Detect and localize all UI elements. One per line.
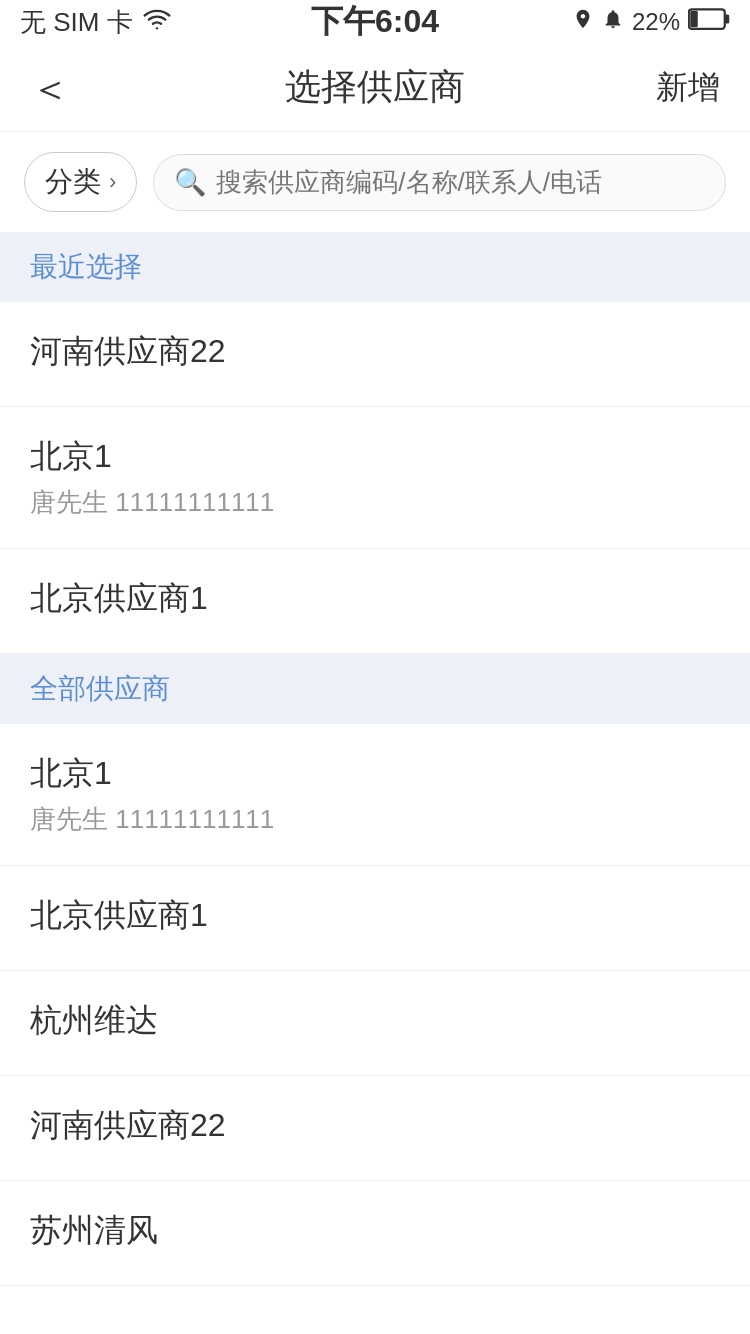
filter-bar: 分类 › 🔍 xyxy=(0,132,750,232)
recent-list-item[interactable]: 北京1 唐先生 11111111111 xyxy=(0,407,750,549)
search-input[interactable] xyxy=(216,167,705,198)
status-left: 无 SIM 卡 xyxy=(20,5,171,40)
battery-label: 22% xyxy=(632,8,680,36)
all-list-item[interactable]: 苏州清风 xyxy=(0,1181,750,1286)
category-label: 分类 xyxy=(45,163,101,201)
recent-section-header: 最近选择 xyxy=(0,232,750,302)
status-time: 下午6:04 xyxy=(311,0,439,44)
all-list: 北京1 唐先生 11111111111 北京供应商1 杭州维达河南供应商22 苏州清风 xyxy=(0,724,750,1286)
all-list-item[interactable]: 河南供应商22 xyxy=(0,1076,750,1181)
alarm-icon xyxy=(602,8,624,36)
recent-list: 河南供应商22 北京1 唐先生 11111111111 北京供应商1 xyxy=(0,302,750,654)
item-sub: 唐先生 11111111111 xyxy=(30,802,720,837)
all-list-item[interactable]: 杭州维达 xyxy=(0,971,750,1076)
item-name: 河南供应商22 xyxy=(30,1104,720,1148)
item-name: 北京1 xyxy=(30,752,720,796)
wifi-icon xyxy=(143,5,171,40)
svg-rect-3 xyxy=(690,11,698,28)
svg-rect-2 xyxy=(725,15,730,24)
status-right: 22% xyxy=(572,8,730,36)
search-box[interactable]: 🔍 xyxy=(153,154,726,211)
all-header-label: 全部供应商 xyxy=(30,673,170,704)
item-name: 北京供应商1 xyxy=(30,894,720,938)
item-sub: 唐先生 11111111111 xyxy=(30,485,720,520)
item-name: 河南供应商22 xyxy=(30,330,720,374)
back-button[interactable]: ＜ xyxy=(20,58,80,118)
recent-header-label: 最近选择 xyxy=(30,251,142,282)
battery-icon xyxy=(688,8,730,36)
status-bar: 无 SIM 卡 下午6:04 22% xyxy=(0,0,750,44)
sim-label: 无 SIM 卡 xyxy=(20,5,133,40)
svg-point-0 xyxy=(156,27,158,29)
item-name: 杭州维达 xyxy=(30,999,720,1043)
item-name: 北京供应商1 xyxy=(30,577,720,621)
recent-list-item[interactable]: 河南供应商22 xyxy=(0,302,750,407)
nav-bar: ＜ 选择供应商 新增 xyxy=(0,44,750,132)
recent-list-item[interactable]: 北京供应商1 xyxy=(0,549,750,654)
all-section-header: 全部供应商 xyxy=(0,654,750,724)
item-name: 苏州清风 xyxy=(30,1209,720,1253)
all-list-item[interactable]: 北京供应商1 xyxy=(0,866,750,971)
add-button[interactable]: 新增 xyxy=(656,66,720,110)
chevron-icon: › xyxy=(109,169,116,195)
search-icon: 🔍 xyxy=(174,167,206,198)
all-list-item[interactable]: 北京1 唐先生 11111111111 xyxy=(0,724,750,866)
category-button[interactable]: 分类 › xyxy=(24,152,137,212)
location-icon xyxy=(572,8,594,36)
page-title: 选择供应商 xyxy=(285,63,465,112)
item-name: 北京1 xyxy=(30,435,720,479)
